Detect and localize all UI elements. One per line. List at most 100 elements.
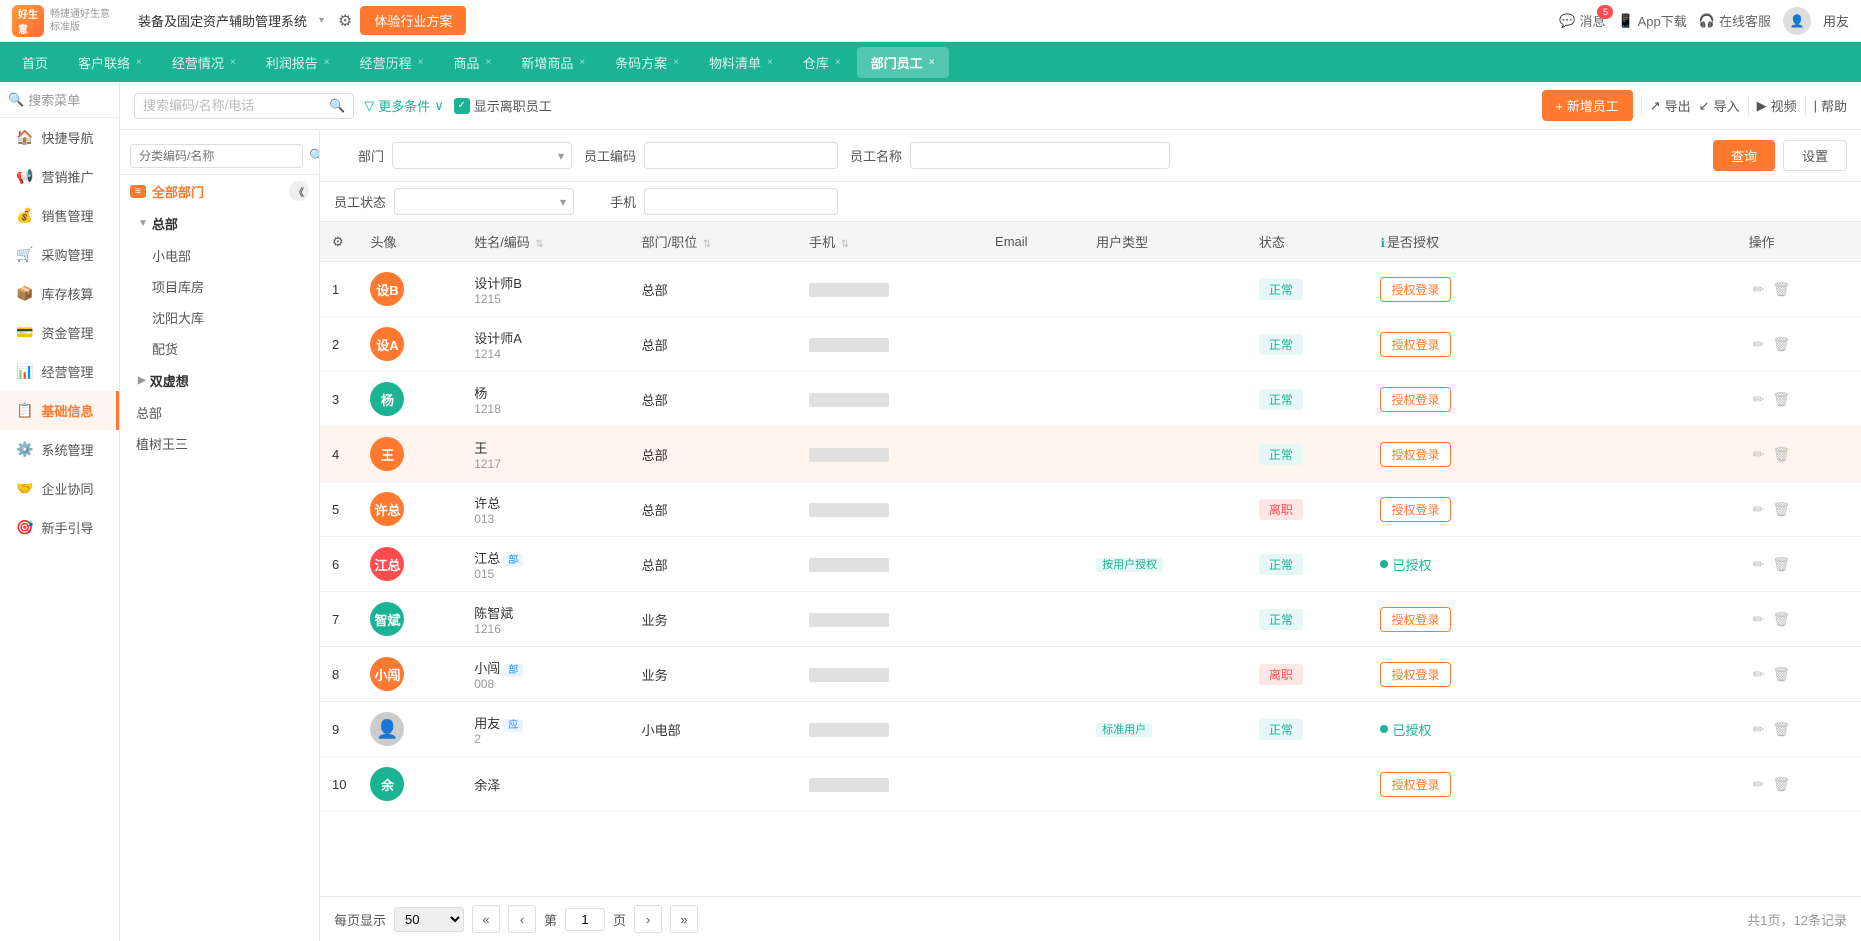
close-tab-history[interactable]: × bbox=[418, 57, 424, 68]
prev-page-btn[interactable]: ‹ bbox=[508, 905, 536, 933]
emp-name-input[interactable] bbox=[910, 142, 1170, 169]
more-conditions-btn[interactable]: ▽ 更多条件 ∨ bbox=[364, 96, 444, 115]
delete-btn[interactable]: 🗑 bbox=[1768, 664, 1794, 685]
tab-home[interactable]: 首页 bbox=[8, 47, 62, 78]
delete-btn[interactable]: 🗑 bbox=[1768, 389, 1794, 410]
sidebar-item-purchase[interactable]: 🛒 采购管理 bbox=[0, 235, 119, 274]
auth-btn[interactable]: 授权登录 bbox=[1380, 387, 1450, 412]
sidebar-item-basic-info[interactable]: 📋 基础信息 bbox=[0, 391, 119, 430]
close-tab-department[interactable]: × bbox=[929, 57, 935, 68]
last-page-btn[interactable]: » bbox=[670, 905, 698, 933]
delete-btn[interactable]: 🗑 bbox=[1768, 444, 1794, 465]
first-page-btn[interactable]: « bbox=[472, 905, 500, 933]
phone-input[interactable] bbox=[644, 188, 838, 215]
close-tab-goods[interactable]: × bbox=[485, 57, 491, 68]
col-settings-icon[interactable]: ⚙ bbox=[332, 234, 344, 249]
edit-btn[interactable]: ✏ bbox=[1749, 389, 1769, 410]
tab-history[interactable]: 经营历程 × bbox=[346, 47, 438, 78]
arrow-down-icon[interactable]: ▾ bbox=[319, 15, 324, 26]
tab-operation[interactable]: 经营情况 × bbox=[158, 47, 250, 78]
online-service-btn[interactable]: 🎧 在线客服 bbox=[1699, 11, 1771, 30]
next-page-btn[interactable]: › bbox=[634, 905, 662, 933]
close-tab-profit[interactable]: × bbox=[324, 57, 330, 68]
edit-btn[interactable]: ✏ bbox=[1749, 719, 1769, 740]
dept-child-xiaodibu[interactable]: 小电部 bbox=[128, 240, 319, 271]
tab-department[interactable]: 部门员工 × bbox=[857, 47, 949, 78]
status-select[interactable] bbox=[394, 188, 574, 215]
edit-btn[interactable]: ✏ bbox=[1749, 609, 1769, 630]
sidebar-item-system[interactable]: ⚙️ 系统管理 bbox=[0, 430, 119, 469]
dept-search-input[interactable] bbox=[130, 144, 303, 168]
auth-btn[interactable]: 授权登录 bbox=[1380, 277, 1450, 302]
auth-btn[interactable]: 授权登录 bbox=[1380, 772, 1450, 797]
delete-btn[interactable]: 🗑 bbox=[1768, 609, 1794, 630]
dept-group-label-main[interactable]: ▼ 总部 bbox=[128, 207, 319, 240]
dept-tree-all[interactable]: ≡ 全部部门 《 bbox=[120, 175, 319, 207]
search-submit-icon[interactable]: 🔍 bbox=[329, 98, 345, 114]
delete-btn[interactable]: 🗑 bbox=[1768, 279, 1794, 300]
close-tab-operation[interactable]: × bbox=[230, 57, 236, 68]
close-tab-warehouse[interactable]: × bbox=[835, 57, 841, 68]
auth-btn[interactable]: 授权登录 bbox=[1380, 497, 1450, 522]
dept-child-zongbu[interactable]: 总部 bbox=[120, 397, 319, 428]
sort-dept-icon[interactable]: ⇅ bbox=[703, 239, 711, 250]
close-tab-barcode[interactable]: × bbox=[673, 57, 679, 68]
message-btn[interactable]: 💬 消息 5 bbox=[1559, 11, 1605, 30]
sort-name-icon[interactable]: ⇅ bbox=[535, 239, 543, 250]
tab-profit[interactable]: 利润报告 × bbox=[252, 47, 344, 78]
delete-btn[interactable]: 🗑 bbox=[1768, 334, 1794, 355]
sidebar-item-marketing[interactable]: 📢 营销推广 bbox=[0, 157, 119, 196]
page-input[interactable] bbox=[565, 908, 605, 931]
export-btn[interactable]: ↗ 导出 bbox=[1650, 96, 1691, 115]
dept-select[interactable] bbox=[392, 142, 572, 169]
edit-btn[interactable]: ✏ bbox=[1749, 664, 1769, 685]
delete-btn[interactable]: 🗑 bbox=[1768, 554, 1794, 575]
col-settings[interactable]: ⚙ bbox=[320, 222, 358, 262]
show-resigned-check[interactable]: ✓ 显示离职员工 bbox=[454, 96, 552, 115]
app-download-btn[interactable]: 📱 App下载 bbox=[1617, 11, 1686, 30]
dept-search-icon[interactable]: 🔍 bbox=[309, 148, 320, 164]
edit-btn[interactable]: ✏ bbox=[1749, 444, 1769, 465]
edit-btn[interactable]: ✏ bbox=[1749, 774, 1769, 795]
tab-add-goods[interactable]: 新增商品 × bbox=[507, 47, 599, 78]
collapse-btn[interactable]: 《 bbox=[289, 181, 309, 201]
emp-code-input[interactable] bbox=[644, 142, 838, 169]
sidebar-item-quick-nav[interactable]: 🏠 快捷导航 bbox=[0, 118, 119, 157]
edit-btn[interactable]: ✏ bbox=[1749, 499, 1769, 520]
dept-group-label-sxx[interactable]: ▶ 双虚想 bbox=[128, 364, 319, 397]
tab-bom[interactable]: 物料清单 × bbox=[695, 47, 787, 78]
view-btn[interactable]: ▶ 视频 bbox=[1757, 96, 1797, 115]
user-avatar[interactable]: 👤 bbox=[1783, 7, 1811, 35]
col-name[interactable]: 姓名/编码 ⇅ bbox=[462, 222, 629, 262]
sort-phone-icon[interactable]: ⇅ bbox=[841, 239, 849, 250]
sidebar-item-finance[interactable]: 💳 资金管理 bbox=[0, 313, 119, 352]
dept-child-xiangmu[interactable]: 项目库房 bbox=[128, 271, 319, 302]
edit-btn[interactable]: ✏ bbox=[1749, 334, 1769, 355]
dept-child-zhishu[interactable]: 植树王三 bbox=[120, 428, 319, 459]
delete-btn[interactable]: 🗑 bbox=[1768, 774, 1794, 795]
sidebar-item-inventory[interactable]: 📦 库存核算 bbox=[0, 274, 119, 313]
tab-goods[interactable]: 商品 × bbox=[439, 47, 505, 78]
dept-child-peihuo[interactable]: 配货 bbox=[128, 333, 319, 364]
tab-warehouse[interactable]: 仓库 × bbox=[789, 47, 855, 78]
auth-btn[interactable]: 授权登录 bbox=[1380, 607, 1450, 632]
col-dept[interactable]: 部门/职位 ⇅ bbox=[630, 222, 797, 262]
auth-btn[interactable]: 授权登录 bbox=[1380, 332, 1450, 357]
settings-icon[interactable]: ⚙ bbox=[338, 11, 352, 31]
auth-btn[interactable]: 授权登录 bbox=[1380, 442, 1450, 467]
col-phone[interactable]: 手机 ⇅ bbox=[797, 222, 983, 262]
sidebar-item-collab[interactable]: 🤝 企业协同 bbox=[0, 469, 119, 508]
query-btn[interactable]: 查询 bbox=[1713, 140, 1775, 171]
delete-btn[interactable]: 🗑 bbox=[1768, 719, 1794, 740]
edit-btn[interactable]: ✏ bbox=[1749, 279, 1769, 300]
close-tab-bom[interactable]: × bbox=[767, 57, 773, 68]
reset-btn[interactable]: 设置 bbox=[1783, 140, 1847, 171]
auth-info-icon[interactable]: ℹ bbox=[1380, 236, 1385, 250]
search-input[interactable] bbox=[143, 98, 323, 113]
delete-btn[interactable]: 🗑 bbox=[1768, 499, 1794, 520]
tab-customer[interactable]: 客户联络 × bbox=[64, 47, 156, 78]
tab-barcode[interactable]: 条码方案 × bbox=[601, 47, 693, 78]
sidebar-item-guide[interactable]: 🎯 新手引导 bbox=[0, 508, 119, 547]
edit-btn[interactable]: ✏ bbox=[1749, 554, 1769, 575]
add-employee-btn[interactable]: + 新增员工 bbox=[1542, 90, 1633, 121]
